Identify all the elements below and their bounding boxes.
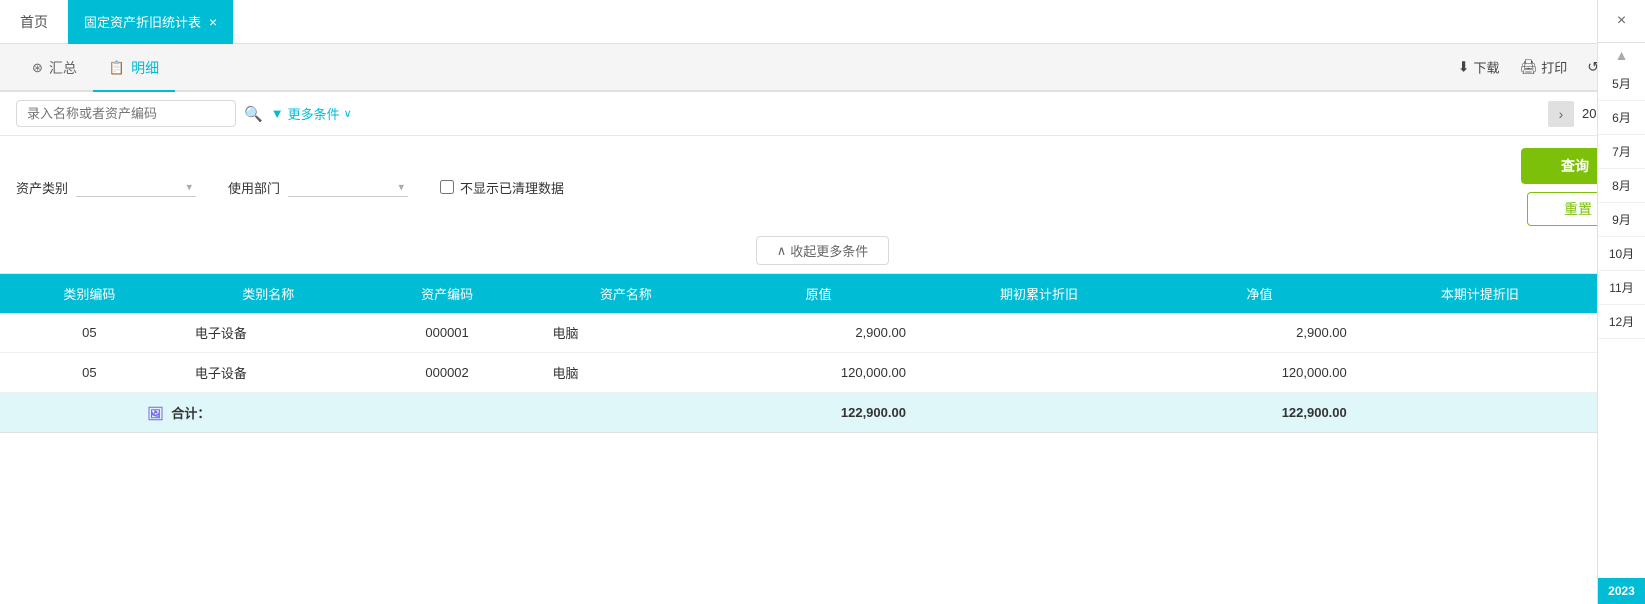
month-10[interactable]: 10月 xyxy=(1598,237,1645,271)
asset-category-filter: 资产类别 ▾ xyxy=(16,177,196,197)
chevron-down-icon: ∨ xyxy=(344,107,352,120)
right-arrow-button[interactable]: › xyxy=(1548,101,1574,127)
total-label: 🖼 合计： xyxy=(0,393,358,433)
row2-net-value: 120,000.00 xyxy=(1156,353,1363,393)
row2-original-value: 120,000.00 xyxy=(715,353,922,393)
row1-category-name: 电子设备 xyxy=(179,313,358,353)
total-accumulated xyxy=(922,393,1156,433)
month-11[interactable]: 11月 xyxy=(1598,271,1645,305)
summary-icon: ⊛ xyxy=(32,60,43,76)
col-original-value: 原值 xyxy=(715,274,922,313)
hide-cleared-group: 不显示已清理数据 xyxy=(440,178,564,197)
month-12[interactable]: 12月 xyxy=(1598,305,1645,339)
total-empty2 xyxy=(536,393,715,433)
right-sidebar: × ▲ 5月 6月 7月 8月 9月 10月 11月 12月 2023 xyxy=(1597,0,1645,604)
print-icon: 🖨 xyxy=(1519,59,1537,76)
more-conditions-label: 更多条件 xyxy=(288,104,340,123)
hide-cleared-checkbox[interactable] xyxy=(440,180,454,194)
row1-net-value: 2,900.00 xyxy=(1156,313,1363,353)
table-row[interactable]: 05 电子设备 000001 电脑 2,900.00 2,900.00 xyxy=(0,313,1597,353)
month-6[interactable]: 6月 xyxy=(1598,101,1645,135)
year-badge[interactable]: 2023 xyxy=(1598,578,1645,604)
asset-category-select[interactable] xyxy=(76,177,196,197)
collapse-btn[interactable]: ∧ 收起更多条件 xyxy=(756,236,890,265)
print-button[interactable]: 🖨 打印 xyxy=(1519,58,1567,77)
total-net-value: 122,900.00 xyxy=(1156,393,1363,433)
collapse-label: 收起更多条件 xyxy=(790,241,868,260)
department-select[interactable] xyxy=(288,177,408,197)
table-header-row: 类别编码 类别名称 资产编码 资产名称 原值 期初累计折旧 净值 本期计提折旧 xyxy=(0,274,1597,313)
detail-icon: 📋 xyxy=(109,60,125,76)
row1-accumulated xyxy=(922,313,1156,353)
row2-asset-code: 000002 xyxy=(358,353,537,393)
summary-label: 汇总 xyxy=(49,58,77,78)
search-icon[interactable]: 🔍 xyxy=(244,105,263,123)
nav-home[interactable]: 首页 xyxy=(0,0,68,44)
total-original-value: 122,900.00 xyxy=(715,393,922,433)
filter-icon: ▼ xyxy=(271,106,284,121)
collapse-icon: ∧ xyxy=(777,243,787,259)
department-filter: 使用部门 ▾ xyxy=(228,177,408,197)
row1-asset-name: 电脑 xyxy=(536,313,715,353)
col-asset-name: 资产名称 xyxy=(536,274,715,313)
more-conditions-btn[interactable]: ▼ 更多条件 ∨ xyxy=(271,104,352,123)
sidebar-close-btn[interactable]: × xyxy=(1598,0,1645,43)
row2-accumulated xyxy=(922,353,1156,393)
asset-category-label: 资产类别 xyxy=(16,178,68,197)
month-7[interactable]: 7月 xyxy=(1598,135,1645,169)
department-label: 使用部门 xyxy=(228,178,280,197)
scroll-up-btn[interactable]: ▲ xyxy=(1598,43,1645,67)
month-8[interactable]: 8月 xyxy=(1598,169,1645,203)
table-container: 类别编码 类别名称 资产编码 资产名称 原值 期初累计折旧 净值 本期计提折旧 … xyxy=(0,274,1597,604)
col-current-depreciation: 本期计提折旧 xyxy=(1363,274,1597,313)
hide-cleared-label: 不显示已清理数据 xyxy=(460,178,564,197)
tab-detail[interactable]: 📋 明细 xyxy=(93,46,175,92)
print-label: 打印 xyxy=(1541,58,1567,77)
col-asset-code: 资产编码 xyxy=(358,274,537,313)
row2-current-dep xyxy=(1363,353,1597,393)
row2-category-name: 电子设备 xyxy=(179,353,358,393)
row2-asset-name: 电脑 xyxy=(536,353,715,393)
row1-current-dep xyxy=(1363,313,1597,353)
total-row: 🖼 合计： 122,900.00 122,900.00 xyxy=(0,393,1597,433)
row1-category-code: 05 xyxy=(0,313,179,353)
table-row[interactable]: 05 电子设备 000002 电脑 120,000.00 120,000.00 xyxy=(0,353,1597,393)
row1-original-value: 2,900.00 xyxy=(715,313,922,353)
total-empty1 xyxy=(358,393,537,433)
row1-asset-code: 000001 xyxy=(358,313,537,353)
month-5[interactable]: 5月 xyxy=(1598,67,1645,101)
download-label: 下载 xyxy=(1473,58,1499,77)
nav-tab-label: 固定资产折旧统计表 xyxy=(84,12,201,31)
nav-tab-close[interactable]: × xyxy=(209,14,217,30)
detail-label: 明细 xyxy=(131,58,159,78)
row2-category-code: 05 xyxy=(0,353,179,393)
download-button[interactable]: ⬇ 下载 xyxy=(1458,58,1500,77)
col-category-name: 类别名称 xyxy=(179,274,358,313)
month-9[interactable]: 9月 xyxy=(1598,203,1645,237)
search-input[interactable] xyxy=(16,100,236,127)
download-icon: ⬇ xyxy=(1458,59,1470,76)
tab-summary[interactable]: ⊛ 汇总 xyxy=(16,46,93,92)
nav-tab-active[interactable]: 固定资产折旧统计表 × xyxy=(68,0,233,44)
total-icon: 🖼 xyxy=(147,406,164,421)
col-category-code: 类别编码 xyxy=(0,274,179,313)
col-accumulated-depreciation: 期初累计折旧 xyxy=(922,274,1156,313)
total-current-dep xyxy=(1363,393,1597,433)
col-net-value: 净值 xyxy=(1156,274,1363,313)
